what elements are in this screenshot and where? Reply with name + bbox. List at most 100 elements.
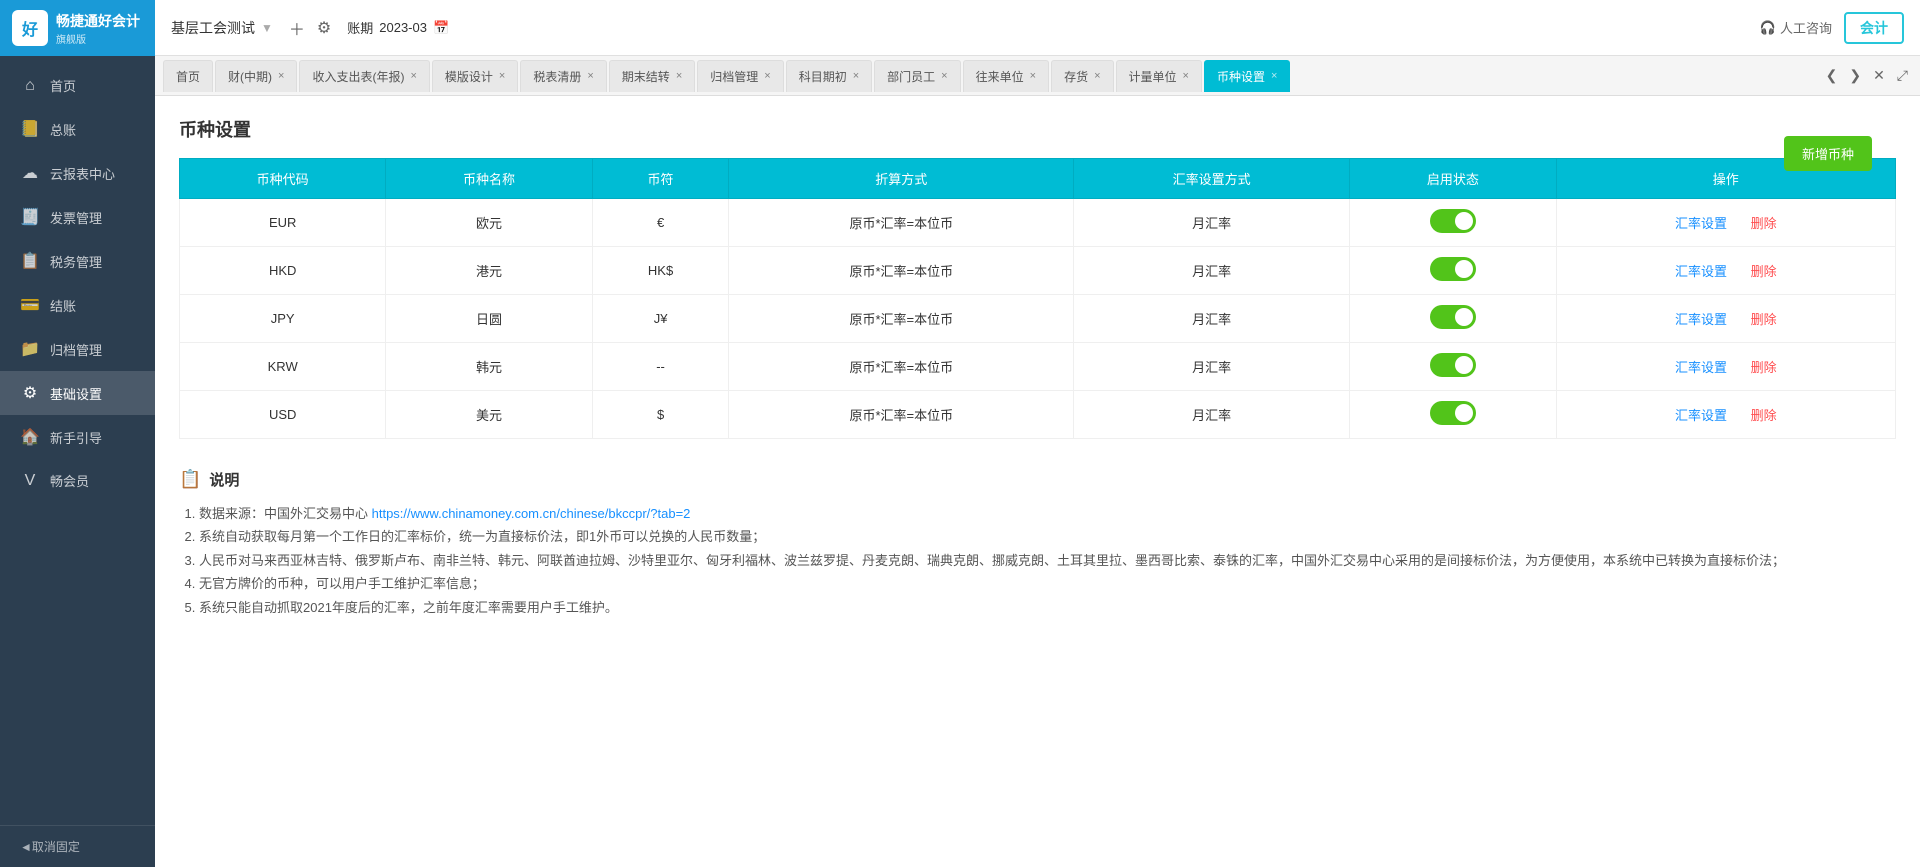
sidebar-label-invoice: 发票管理 — [50, 208, 102, 227]
notes-title: 📋 说明 — [179, 469, 1896, 490]
tab-----[interactable]: 往来单位× — [963, 60, 1049, 92]
archive-icon: 📁 — [20, 339, 40, 359]
tab------[interactable]: 财(中期)× — [215, 60, 297, 92]
rate-type: 月汇率 — [1074, 247, 1350, 295]
tab-close-icon[interactable]: × — [587, 70, 593, 82]
enable-toggle[interactable] — [1430, 353, 1476, 377]
company-selector[interactable]: 基层工会测试 ▼ — [171, 18, 273, 38]
rate-type: 月汇率 — [1074, 343, 1350, 391]
delete-link[interactable]: 删除 — [1751, 360, 1777, 375]
sidebar-item-checkout[interactable]: 💳 结账 — [0, 283, 155, 327]
help-button[interactable]: 🎧 人工咨询 — [1760, 18, 1832, 37]
enabled-status — [1350, 391, 1556, 439]
tab-label: 部门员工 — [887, 68, 935, 85]
tab-----[interactable]: 部门员工 × — [874, 60, 960, 92]
sidebar: 好 畅捷通好会计 旗舰版 ⌂ 首页 📒 总账 ☁ 云报表中心 🧾 发票管理 📋 … — [0, 0, 155, 867]
tab-close-icon[interactable]: × — [1183, 70, 1189, 82]
enable-toggle[interactable] — [1430, 401, 1476, 425]
app-edition: 旗舰版 — [56, 31, 140, 46]
delete-link[interactable]: 删除 — [1751, 408, 1777, 423]
tab-close-icon[interactable]: × — [499, 70, 505, 82]
delete-link[interactable]: 删除 — [1751, 216, 1777, 231]
actions-cell: 汇率设置 删除 — [1556, 343, 1895, 391]
sidebar-item-guide[interactable]: 🏠 新手引导 — [0, 415, 155, 459]
tab-close-icon[interactable]: × — [410, 70, 416, 82]
notes-item-1: 系统自动获取每月第一个工作日的汇率标价，统一为直接标价法，即1外币可以兑换的人民… — [199, 525, 1896, 548]
tab-----[interactable]: 币种设置× — [1204, 60, 1290, 92]
tab-label: 计量单位 — [1129, 68, 1177, 85]
enable-toggle[interactable] — [1430, 209, 1476, 233]
info-icon: 📋 — [179, 469, 201, 490]
sidebar-logo: 好 畅捷通好会计 旗舰版 — [0, 0, 155, 56]
tab-close-icon[interactable]: × — [853, 70, 859, 82]
settings-icon: ⚙ — [20, 383, 40, 403]
tab-label: 存货 — [1064, 68, 1088, 85]
rate-settings-link[interactable]: 汇率设置 — [1675, 360, 1727, 375]
topbar-actions: ＋ ⚙ — [289, 16, 331, 40]
sidebar-label-home: 首页 — [50, 76, 76, 95]
enable-toggle[interactable] — [1430, 257, 1476, 281]
period-value: 2023-03 — [379, 20, 427, 35]
sidebar-pin-toggle[interactable]: ◄取消固定 — [0, 825, 155, 867]
currency-name: 港元 — [386, 247, 592, 295]
tab-----[interactable]: 计量单位 × — [1116, 60, 1202, 92]
tab-close-icon[interactable]: × — [941, 70, 947, 82]
currency-code: EUR — [180, 199, 386, 247]
tab-----[interactable]: 模版设计× — [432, 60, 518, 92]
rate-settings-link[interactable]: 汇率设置 — [1675, 408, 1727, 423]
tab-label: 归档管理 — [710, 68, 758, 85]
tab-----[interactable]: 期末结转× — [609, 60, 695, 92]
tab-close-icon[interactable]: × — [278, 70, 284, 82]
tab-close-icon[interactable]: × — [1271, 70, 1277, 82]
rate-settings-link[interactable]: 汇率设置 — [1675, 312, 1727, 327]
sidebar-item-invoice[interactable]: 🧾 发票管理 — [0, 195, 155, 239]
table-row: HKD 港元 HK$ 原币*汇率=本位币 月汇率 汇率设置 删除 — [180, 247, 1896, 295]
new-currency-button[interactable]: 新增币种 — [1784, 136, 1872, 171]
notes-item-4: 系统只能自动抓取2021年度后的汇率，之前年度汇率需要用户手工维护。 — [199, 596, 1896, 619]
tab-expand-icon[interactable]: ⤢ — [1893, 65, 1912, 86]
tab-----[interactable]: 归档管理 × — [697, 60, 783, 92]
tab-close-icon[interactable]: × — [676, 70, 682, 82]
sidebar-item-reports[interactable]: ☁ 云报表中心 — [0, 151, 155, 195]
tab-next-icon[interactable]: ❯ — [1845, 65, 1865, 86]
enable-toggle[interactable] — [1430, 305, 1476, 329]
tab-label: 首页 — [176, 68, 200, 85]
delete-link[interactable]: 删除 — [1751, 264, 1777, 279]
sidebar-label-settings: 基础设置 — [50, 384, 102, 403]
page-title: 币种设置 — [179, 116, 1896, 142]
sidebar-item-archive[interactable]: 📁 归档管理 — [0, 327, 155, 371]
tab-close-icon[interactable]: × — [764, 70, 770, 82]
notes-section: 📋 说明 数据来源：中国外汇交易中心 https://www.chinamone… — [179, 469, 1896, 619]
tab----------[interactable]: 收入支出表(年报)× — [299, 60, 429, 92]
tab---[interactable]: 首页 — [163, 60, 213, 92]
tab-close-icon[interactable]: × — [1094, 70, 1100, 82]
settings-icon[interactable]: ⚙ — [317, 18, 331, 38]
col-header: 折算方式 — [729, 159, 1074, 199]
tab-close-icon[interactable]: × — [1030, 70, 1036, 82]
rate-settings-link[interactable]: 汇率设置 — [1675, 264, 1727, 279]
tab-----[interactable]: 税表清册× — [520, 60, 606, 92]
tab-label: 科目期初 — [799, 68, 847, 85]
col-header: 币种代码 — [180, 159, 386, 199]
sidebar-item-settings[interactable]: ⚙ 基础设置 — [0, 371, 155, 415]
rate-settings-link[interactable]: 汇率设置 — [1675, 216, 1727, 231]
toggle-knob — [1455, 356, 1473, 374]
toggle-knob — [1455, 212, 1473, 230]
sidebar-item-tax[interactable]: 📋 税务管理 — [0, 239, 155, 283]
tab-close-all-icon[interactable]: ✕ — [1869, 65, 1889, 86]
tab-prev-icon[interactable]: ❮ — [1822, 65, 1842, 86]
add-icon[interactable]: ＋ — [289, 16, 305, 40]
sidebar-item-home[interactable]: ⌂ 首页 — [0, 64, 155, 107]
sidebar-item-member[interactable]: V 畅会员 — [0, 459, 155, 502]
tab-----[interactable]: 科目期初 × — [786, 60, 872, 92]
rate-type: 月汇率 — [1074, 391, 1350, 439]
notes-item-0: 数据来源：中国外汇交易中心 https://www.chinamoney.com… — [199, 502, 1896, 525]
guide-icon: 🏠 — [20, 427, 40, 447]
notes-link[interactable]: https://www.chinamoney.com.cn/chinese/bk… — [372, 506, 691, 521]
delete-link[interactable]: 删除 — [1751, 312, 1777, 327]
table-body: EUR 欧元 € 原币*汇率=本位币 月汇率 汇率设置 删除 HKD 港元 HK… — [180, 199, 1896, 439]
sidebar-item-ledger[interactable]: 📒 总账 — [0, 107, 155, 151]
tab---[interactable]: 存货 × — [1051, 60, 1113, 92]
period-selector[interactable]: 账期 2023-03 📅 — [347, 18, 449, 37]
account-button[interactable]: 会计 — [1844, 12, 1904, 44]
